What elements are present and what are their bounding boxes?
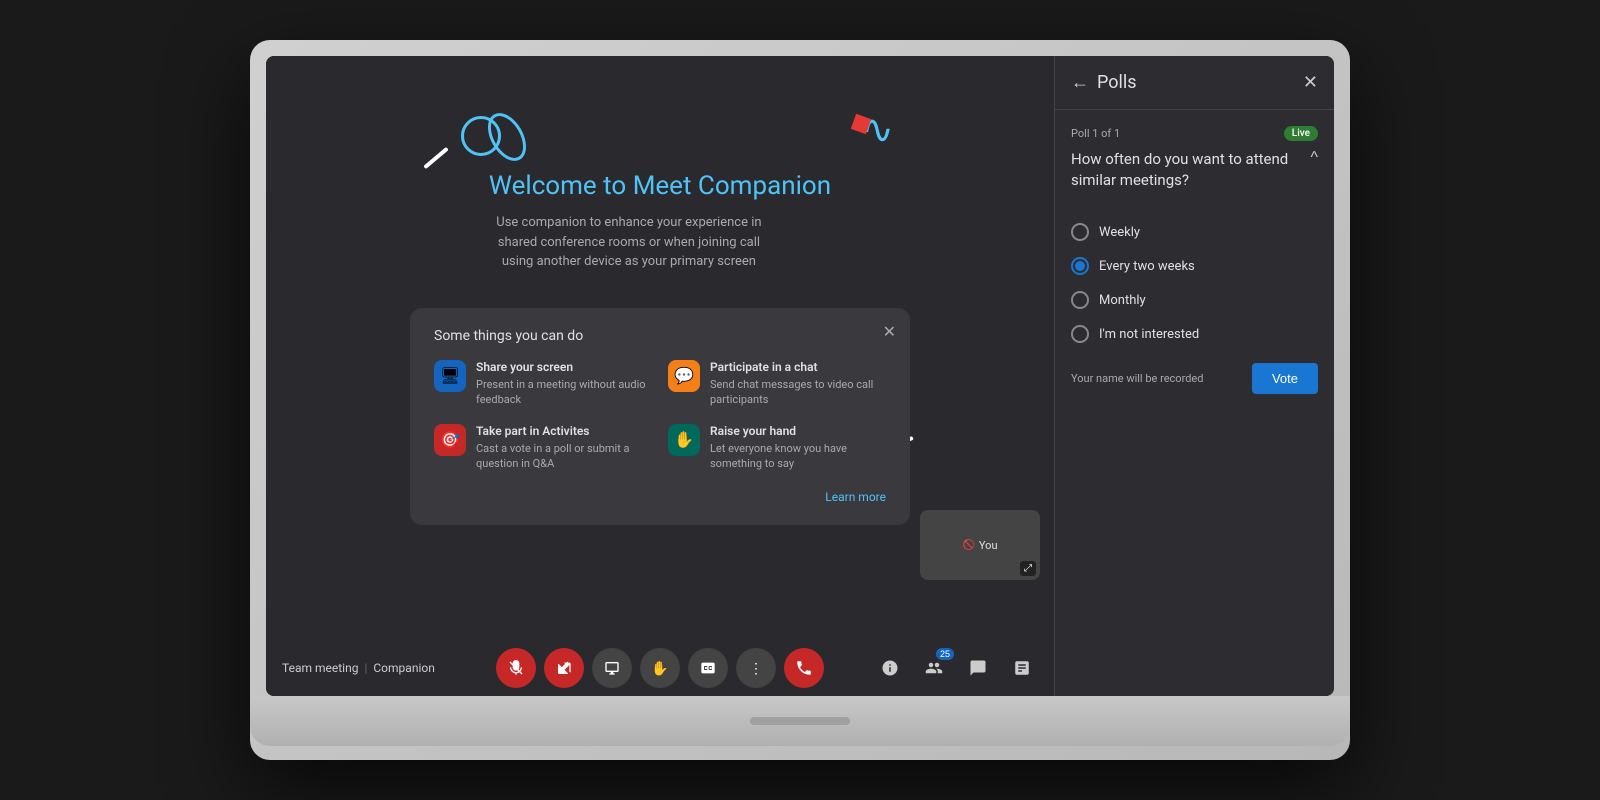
poll-radio-weekly — [1071, 223, 1089, 241]
camera-button[interactable] — [544, 648, 584, 688]
poll-counter: Poll 1 of 1 Live — [1071, 126, 1318, 141]
feature-raise-hand-icon: ✋ — [668, 424, 700, 456]
feature-share-text: Share your screen Present in a meeting w… — [476, 360, 652, 408]
poll-question-header: How often do you want to attend similar … — [1071, 149, 1318, 207]
polls-content: Poll 1 of 1 Live How often do you want t… — [1055, 110, 1334, 696]
poll-option-biweekly[interactable]: Every two weeks — [1071, 257, 1318, 275]
more-button[interactable]: ⋮ — [736, 648, 776, 688]
deco-rect-red — [851, 114, 872, 135]
feature-share-icon: 🖥 — [434, 360, 466, 392]
live-badge: Live — [1284, 126, 1318, 141]
poll-option-weekly[interactable]: Weekly — [1071, 223, 1318, 241]
info-card: Some things you can do ✕ 🖥 Share your sc… — [410, 308, 910, 525]
learn-more-container: Learn more — [434, 486, 886, 505]
polls-header: ← Polls ✕ — [1055, 56, 1334, 110]
laptop-screen: ∿ Welcome to Meet Companion Use companio… — [266, 56, 1334, 696]
toolbar-right: 25 — [874, 652, 1038, 684]
features-grid: 🖥 Share your screen Present in a meeting… — [434, 360, 886, 472]
polls-back-button[interactable]: ← — [1071, 72, 1089, 93]
welcome-title: Welcome to Meet Companion — [489, 171, 831, 201]
deco-oval — [480, 106, 534, 167]
feature-raise-hand: ✋ Raise your hand Let everyone know you … — [668, 424, 886, 472]
poll-radio-monthly — [1071, 291, 1089, 309]
deco-circle — [461, 116, 501, 156]
poll-counter-text: Poll 1 of 1 — [1071, 127, 1120, 140]
feature-chat-title: Participate in a chat — [710, 360, 886, 374]
welcome-area: ∿ Welcome to Meet Companion Use companio… — [266, 56, 1054, 640]
feature-share-screen: 🖥 Share your screen Present in a meeting… — [434, 360, 652, 408]
participant-thumbnail: 🚫 You ⤢ — [920, 510, 1040, 580]
people-button[interactable]: 25 — [918, 652, 950, 684]
meeting-separator: | — [364, 661, 367, 675]
feature-activities-text: Take part in Activites Cast a vote in a … — [476, 424, 652, 472]
participant-thumb-inner: 🚫 You — [962, 539, 997, 552]
mic-button[interactable] — [496, 648, 536, 688]
polls-close-button[interactable]: ✕ — [1303, 72, 1318, 93]
poll-option-biweekly-label: Every two weeks — [1099, 259, 1195, 274]
end-call-button[interactable] — [784, 648, 824, 688]
poll-options: Weekly Every two weeks Monthly — [1071, 223, 1318, 343]
main-area: ∿ Welcome to Meet Companion Use companio… — [266, 56, 1054, 696]
meeting-info: Team meeting | Companion — [282, 661, 435, 675]
feature-activities-icon: 🎯 — [434, 424, 466, 456]
poll-footer: Your name will be recorded Vote — [1071, 363, 1318, 394]
feature-activities: 🎯 Take part in Activites Cast a vote in … — [434, 424, 652, 472]
welcome-subtitle: Use companion to enhance your experience… — [489, 213, 769, 272]
feature-chat-desc: Send chat messages to video call partici… — [710, 377, 886, 408]
present-button[interactable] — [592, 648, 632, 688]
feature-share-title: Share your screen — [476, 360, 652, 374]
meeting-title: Team meeting — [282, 661, 358, 675]
info-card-close-button[interactable]: ✕ — [883, 322, 896, 342]
feature-chat-text: Participate in a chat Send chat messages… — [710, 360, 886, 408]
info-button[interactable] — [874, 652, 906, 684]
feature-share-desc: Present in a meeting without audio feedb… — [476, 377, 652, 408]
activities-button[interactable] — [1006, 652, 1038, 684]
feature-chat: 💬 Participate in a chat Send chat messag… — [668, 360, 886, 408]
bottom-toolbar: Team meeting | Companion — [266, 640, 1054, 696]
people-badge: 25 — [936, 648, 954, 660]
feature-raise-hand-text: Raise your hand Let everyone know you ha… — [710, 424, 886, 472]
info-card-title: Some things you can do — [434, 328, 886, 344]
learn-more-link[interactable]: Learn more — [825, 490, 886, 504]
poll-option-weekly-label: Weekly — [1099, 225, 1140, 240]
feature-chat-icon: 💬 — [668, 360, 700, 392]
vote-button[interactable]: Vote — [1252, 363, 1318, 394]
poll-question: How often do you want to attend similar … — [1071, 149, 1310, 191]
feature-raise-hand-desc: Let everyone know you have something to … — [710, 441, 886, 472]
deco-line1 — [423, 147, 449, 169]
poll-radio-biweekly-inner — [1075, 261, 1085, 271]
poll-option-not-interested[interactable]: I'm not interested — [1071, 325, 1318, 343]
deco-squiggle: ∿ — [860, 106, 894, 153]
poll-collapse-button[interactable]: ^ — [1310, 149, 1318, 167]
laptop-notch — [750, 717, 850, 725]
captions-button[interactable] — [688, 648, 728, 688]
feature-raise-hand-title: Raise your hand — [710, 424, 886, 438]
expand-button[interactable]: ⤢ — [1020, 561, 1036, 576]
screen-content: ∿ Welcome to Meet Companion Use companio… — [266, 56, 1334, 696]
polls-sidebar: ← Polls ✕ Poll 1 of 1 Live How often do … — [1054, 56, 1334, 696]
poll-option-not-interested-label: I'm not interested — [1099, 327, 1199, 342]
laptop-base — [250, 696, 1350, 746]
toolbar-center: ✋ ⋮ — [496, 648, 824, 688]
poll-option-monthly-label: Monthly — [1099, 293, 1146, 308]
participant-name: You — [979, 539, 998, 552]
poll-radio-not-interested — [1071, 325, 1089, 343]
chat-button[interactable] — [962, 652, 994, 684]
poll-radio-biweekly — [1071, 257, 1089, 275]
feature-activities-desc: Cast a vote in a poll or submit a questi… — [476, 441, 652, 472]
feature-activities-title: Take part in Activites — [476, 424, 652, 438]
poll-option-monthly[interactable]: Monthly — [1071, 291, 1318, 309]
hand-button[interactable]: ✋ — [640, 648, 680, 688]
polls-title: Polls — [1097, 72, 1295, 93]
laptop-shell: ∿ Welcome to Meet Companion Use companio… — [250, 40, 1350, 760]
companion-label: Companion — [373, 661, 434, 675]
poll-footer-note: Your name will be recorded — [1071, 372, 1203, 385]
